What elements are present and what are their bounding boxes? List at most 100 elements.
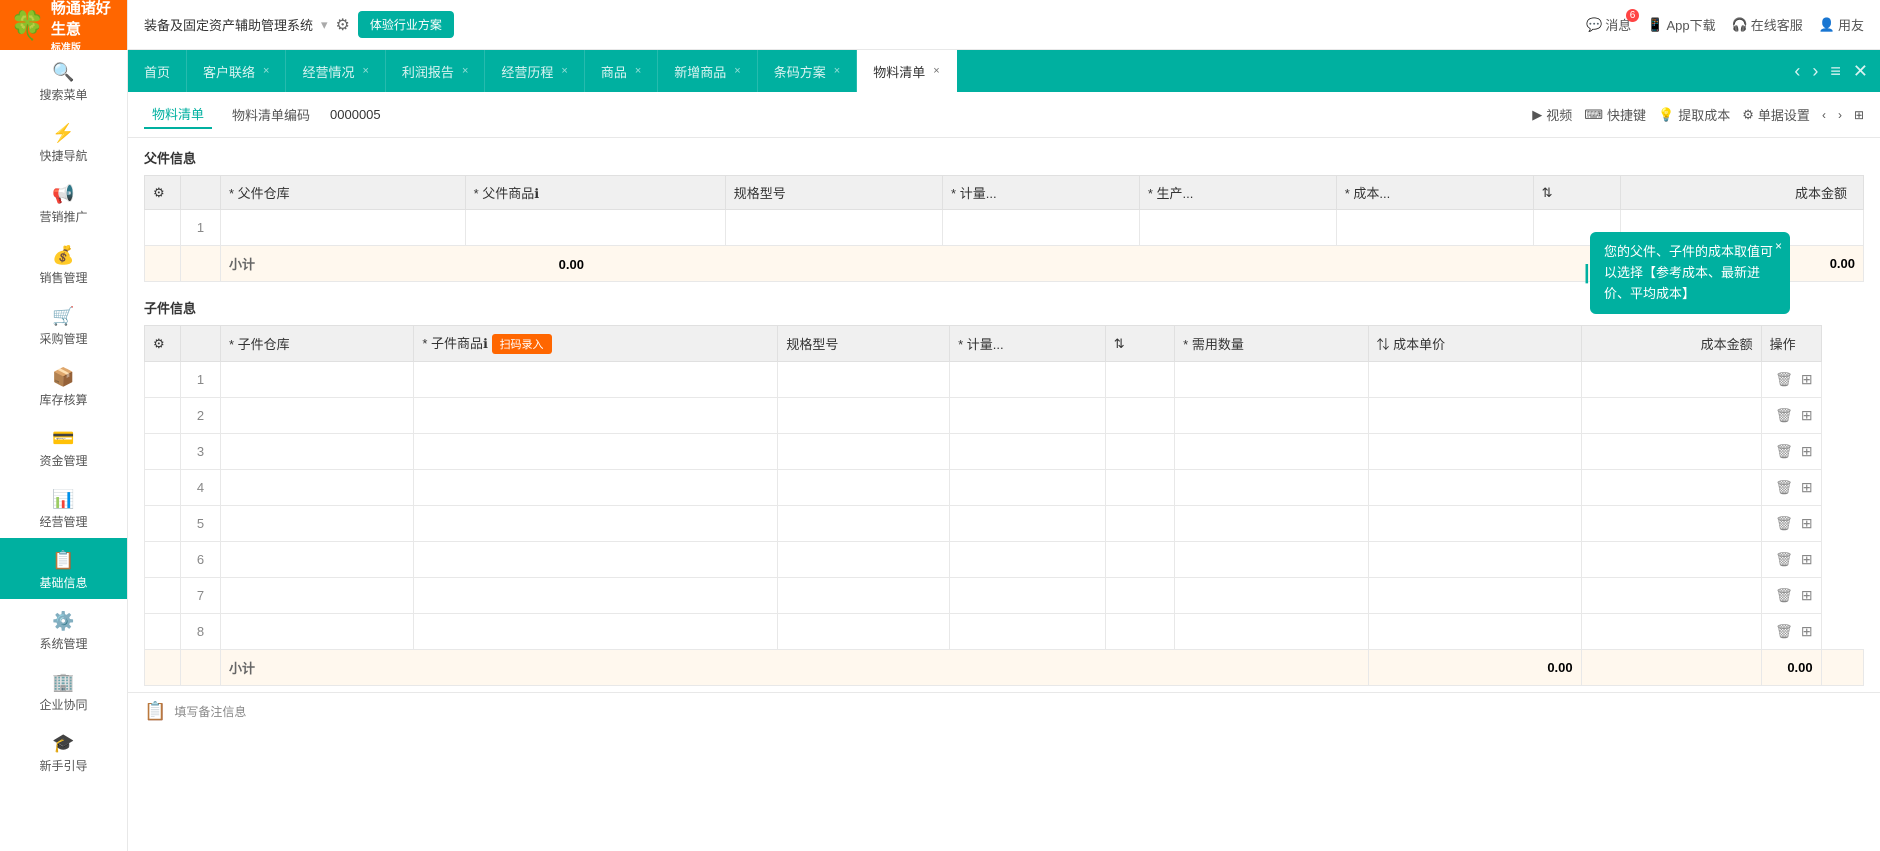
child-row5-warehouse[interactable] — [221, 506, 414, 542]
child-row7-product[interactable] — [414, 578, 778, 614]
nav-tab-利润报告[interactable]: 利润报告× — [386, 50, 485, 92]
child-row6-warehouse[interactable] — [221, 542, 414, 578]
child-row2-qty[interactable] — [1175, 398, 1368, 434]
nav-next-page[interactable]: › — [1838, 108, 1842, 122]
sidebar-item-quick-nav[interactable]: ⚡ 快捷导航 — [0, 111, 127, 172]
dropdown-arrow-icon[interactable]: ▾ — [321, 17, 328, 33]
child-row4-unit-cost[interactable] — [1368, 470, 1581, 506]
tab-close-icon[interactable]: × — [263, 65, 269, 77]
child-row2-product[interactable] — [414, 398, 778, 434]
sidebar-item-basic-info[interactable]: 📋 基础信息 — [0, 538, 127, 599]
tab-close-icon[interactable]: × — [561, 65, 567, 77]
online-service-button[interactable]: 🎧 在线客服 — [1732, 15, 1803, 34]
child-row2-warehouse[interactable] — [221, 398, 414, 434]
scan-button[interactable]: 扫码录入 — [492, 334, 552, 354]
child-row5-qty[interactable] — [1175, 506, 1368, 542]
child-row6-unit-cost[interactable] — [1368, 542, 1581, 578]
cost-action[interactable]: 💡 提取成本 — [1658, 105, 1730, 124]
child-row5-unit[interactable] — [950, 506, 1106, 542]
child-row1-qty[interactable] — [1175, 362, 1368, 398]
nav-tab-客户联络[interactable]: 客户联络× — [187, 50, 286, 92]
copy-icon-row6[interactable]: ⊞ — [1801, 551, 1813, 568]
parent-row1-product[interactable] — [465, 210, 725, 246]
sidebar-item-finance[interactable]: 💳 资金管理 — [0, 416, 127, 477]
copy-icon-row5[interactable]: ⊞ — [1801, 515, 1813, 532]
child-row1-warehouse[interactable] — [221, 362, 414, 398]
child-row1-spec[interactable] — [778, 362, 950, 398]
grid-view-btn[interactable]: ⊞ — [1854, 108, 1864, 122]
tab-close-icon[interactable]: × — [635, 65, 641, 77]
child-row4-unit[interactable] — [950, 470, 1106, 506]
delete-icon-row4[interactable]: 🗑 — [1775, 479, 1793, 496]
child-col-settings[interactable]: ⚙ — [145, 326, 181, 362]
child-row3-product[interactable] — [414, 434, 778, 470]
child-row7-qty[interactable] — [1175, 578, 1368, 614]
child-row7-unit-cost[interactable] — [1368, 578, 1581, 614]
delete-icon-row3[interactable]: 🗑 — [1775, 443, 1793, 460]
tab-close-icon[interactable]: × — [362, 65, 368, 77]
sidebar-item-system[interactable]: ⚙️ 系统管理 — [0, 599, 127, 660]
message-button[interactable]: 💬 消息 6 — [1586, 15, 1631, 34]
nav-menu-button[interactable]: ≡ — [1826, 59, 1845, 84]
parent-row1-spec[interactable] — [725, 210, 942, 246]
child-row4-product[interactable] — [414, 470, 778, 506]
nav-tab-新增商品[interactable]: 新增商品× — [658, 50, 757, 92]
parent-row1-cost[interactable] — [1336, 210, 1533, 246]
child-row5-spec[interactable] — [778, 506, 950, 542]
child-row3-unit-cost[interactable] — [1368, 434, 1581, 470]
parent-row1-unit[interactable] — [943, 210, 1140, 246]
child-row2-spec[interactable] — [778, 398, 950, 434]
child-row7-spec[interactable] — [778, 578, 950, 614]
nav-tab-条码方案[interactable]: 条码方案× — [758, 50, 857, 92]
page-tab-code[interactable]: 物料清单编码 — [224, 101, 318, 128]
child-row1-unit[interactable] — [950, 362, 1106, 398]
child-row5-product[interactable] — [414, 506, 778, 542]
sidebar-item-inventory[interactable]: 📦 库存核算 — [0, 355, 127, 416]
child-row6-qty[interactable] — [1175, 542, 1368, 578]
child-row2-unit-cost[interactable] — [1368, 398, 1581, 434]
shortcut-action[interactable]: ⌨ 快捷键 — [1584, 105, 1646, 124]
child-row4-spec[interactable] — [778, 470, 950, 506]
child-row6-unit[interactable] — [950, 542, 1106, 578]
nav-tab-物料清单[interactable]: 物料清单× — [857, 50, 956, 92]
tab-close-icon[interactable]: × — [933, 65, 939, 77]
child-row7-warehouse[interactable] — [221, 578, 414, 614]
nav-prev-button[interactable]: ‹ — [1790, 59, 1804, 84]
child-row3-spec[interactable] — [778, 434, 950, 470]
child-row4-warehouse[interactable] — [221, 470, 414, 506]
nav-prev-page[interactable]: ‹ — [1822, 108, 1826, 122]
child-row4-qty[interactable] — [1175, 470, 1368, 506]
nav-tab-商品[interactable]: 商品× — [585, 50, 658, 92]
nav-tab-经营情况[interactable]: 经营情况× — [286, 50, 385, 92]
delete-icon-row5[interactable]: 🗑 — [1775, 515, 1793, 532]
sidebar-item-search[interactable]: 🔍 搜索菜单 — [0, 50, 127, 111]
child-row1-product[interactable] — [414, 362, 778, 398]
parent-row1-produce[interactable] — [1139, 210, 1336, 246]
parent-row1-warehouse[interactable] — [221, 210, 466, 246]
copy-icon-row7[interactable]: ⊞ — [1801, 587, 1813, 604]
settings-action[interactable]: ⚙ 单据设置 — [1742, 105, 1810, 124]
tooltip-close-button[interactable]: × — [1775, 237, 1782, 256]
child-row8-spec[interactable] — [778, 614, 950, 650]
child-row7-unit[interactable] — [950, 578, 1106, 614]
child-row8-warehouse[interactable] — [221, 614, 414, 650]
parent-col-settings[interactable]: ⚙ — [145, 176, 181, 210]
app-download-button[interactable]: 📱 App下载 — [1647, 15, 1715, 34]
delete-icon-row8[interactable]: 🗑 — [1775, 623, 1793, 640]
experience-button[interactable]: 体验行业方案 — [358, 11, 454, 38]
nav-close-all-button[interactable]: ✕ — [1849, 59, 1872, 84]
page-tab-bill[interactable]: 物料清单 — [144, 100, 212, 129]
child-row8-unit[interactable] — [950, 614, 1106, 650]
child-row6-spec[interactable] — [778, 542, 950, 578]
child-row3-warehouse[interactable] — [221, 434, 414, 470]
user-avatar[interactable]: 👤 用友 — [1819, 15, 1864, 34]
delete-icon-row1[interactable]: 🗑 — [1775, 371, 1793, 388]
sidebar-item-newbie[interactable]: 🎓 新手引导 — [0, 721, 127, 782]
child-row3-unit[interactable] — [950, 434, 1106, 470]
child-row8-product[interactable] — [414, 614, 778, 650]
nav-tab-经营历程[interactable]: 经营历程× — [485, 50, 584, 92]
child-row3-qty[interactable] — [1175, 434, 1368, 470]
sidebar-item-enterprise[interactable]: 🏢 企业协同 — [0, 660, 127, 721]
delete-icon-row6[interactable]: 🗑 — [1775, 551, 1793, 568]
settings-icon[interactable]: ⚙ — [336, 15, 350, 35]
